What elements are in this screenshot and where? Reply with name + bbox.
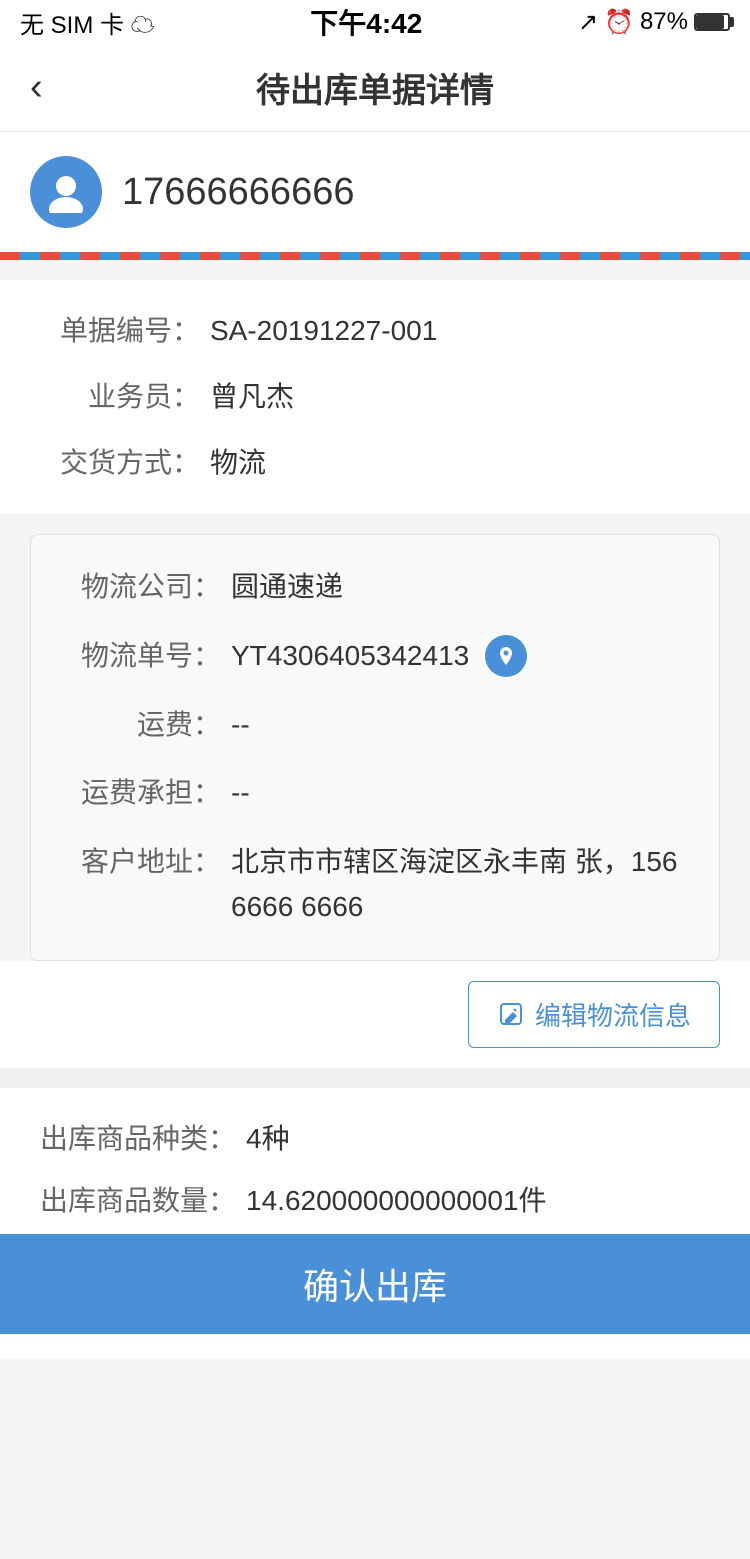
status-left: 无 SIM 卡 ☁: [20, 5, 155, 40]
freight-label: 运费：: [61, 703, 221, 748]
goods-types-row: 出库商品种类： 4种: [40, 1118, 710, 1160]
goods-types-value: 4种: [236, 1118, 290, 1160]
freight-bearer-value: --: [221, 771, 689, 816]
sim-status: 无 SIM 卡 ☁: [20, 5, 155, 40]
logistics-company-row: 物流公司： 圆通速递: [61, 565, 689, 610]
salesman-row: 业务员： 曾凡杰: [40, 376, 710, 418]
page-title: 待出库单据详情: [256, 63, 494, 112]
logistics-company-value: 圆通速递: [221, 565, 689, 610]
delivery-label: 交货方式：: [40, 442, 200, 484]
nav-bar: ‹ 待出库单据详情: [0, 44, 750, 132]
edit-logistics-wrapper: 编辑物流信息: [0, 961, 750, 1068]
doc-number-label: 单据编号：: [40, 310, 200, 352]
delivery-row: 交货方式： 物流: [40, 442, 710, 484]
battery-icon: [694, 13, 730, 31]
edit-logistics-label: 编辑物流信息: [535, 996, 691, 1033]
status-time: 下午4:42: [310, 2, 422, 42]
customer-phone: 17666666666: [122, 171, 354, 214]
dashed-divider: [0, 252, 750, 260]
delivery-value: 物流: [200, 442, 710, 484]
logistics-company-label: 物流公司：: [61, 565, 221, 610]
freight-bearer-label: 运费承担：: [61, 771, 221, 816]
logistics-tracking-label: 物流单号：: [61, 634, 221, 679]
salesman-value: 曾凡杰: [200, 376, 710, 418]
goods-quantity-value: 14.620000000000001件: [236, 1180, 547, 1222]
document-info-section: 单据编号： SA-20191227-001 业务员： 曾凡杰 交货方式： 物流: [0, 280, 750, 514]
status-right: ↗ ⏰ 87%: [578, 8, 730, 37]
alarm-icon: ⏰: [604, 8, 634, 37]
freight-bearer-row: 运费承担： --: [61, 771, 689, 816]
location-icon-status: ↗: [578, 8, 598, 37]
customer-header: 17666666666: [0, 132, 750, 252]
track-location-button[interactable]: [485, 635, 527, 677]
edit-logistics-button[interactable]: 编辑物流信息: [468, 981, 720, 1048]
status-bar: 无 SIM 卡 ☁ 下午4:42 ↗ ⏰ 87%: [0, 0, 750, 44]
logistics-tracking-value-container: YT4306405342413: [221, 634, 689, 679]
confirm-button-label: 确认出库: [303, 1258, 447, 1310]
doc-number-row: 单据编号： SA-20191227-001: [40, 310, 710, 352]
logistics-tracking-row: 物流单号： YT4306405342413: [61, 634, 689, 679]
address-row: 客户地址： 北京市市辖区海淀区永丰南 张，156 6666 6666: [61, 840, 689, 930]
confirm-button-wrapper: 确认出库: [0, 1234, 750, 1334]
content-spacer: [0, 1359, 750, 1559]
logistics-card: 物流公司： 圆通速递 物流单号： YT4306405342413 运费： -- …: [30, 534, 720, 961]
tracking-number: YT4306405342413: [231, 634, 469, 679]
freight-value: --: [221, 703, 689, 748]
doc-number-value: SA-20191227-001: [200, 310, 710, 352]
goods-quantity-row: 出库商品数量： 14.620000000000001件: [40, 1180, 710, 1222]
gray-separator: [0, 1068, 750, 1088]
goods-quantity-label: 出库商品数量：: [40, 1180, 236, 1222]
address-value: 北京市市辖区海淀区永丰南 张，156 6666 6666: [221, 840, 689, 930]
battery-level: 87%: [640, 8, 688, 36]
goods-types-label: 出库商品种类：: [40, 1118, 236, 1160]
salesman-label: 业务员：: [40, 376, 200, 418]
avatar: [30, 156, 102, 228]
goods-section: 出库商品种类： 4种 出库商品数量： 14.620000000000001件: [0, 1088, 750, 1252]
freight-row: 运费： --: [61, 703, 689, 748]
back-button[interactable]: ‹: [30, 66, 43, 109]
address-label: 客户地址：: [61, 840, 221, 885]
confirm-button[interactable]: 确认出库: [0, 1234, 750, 1334]
